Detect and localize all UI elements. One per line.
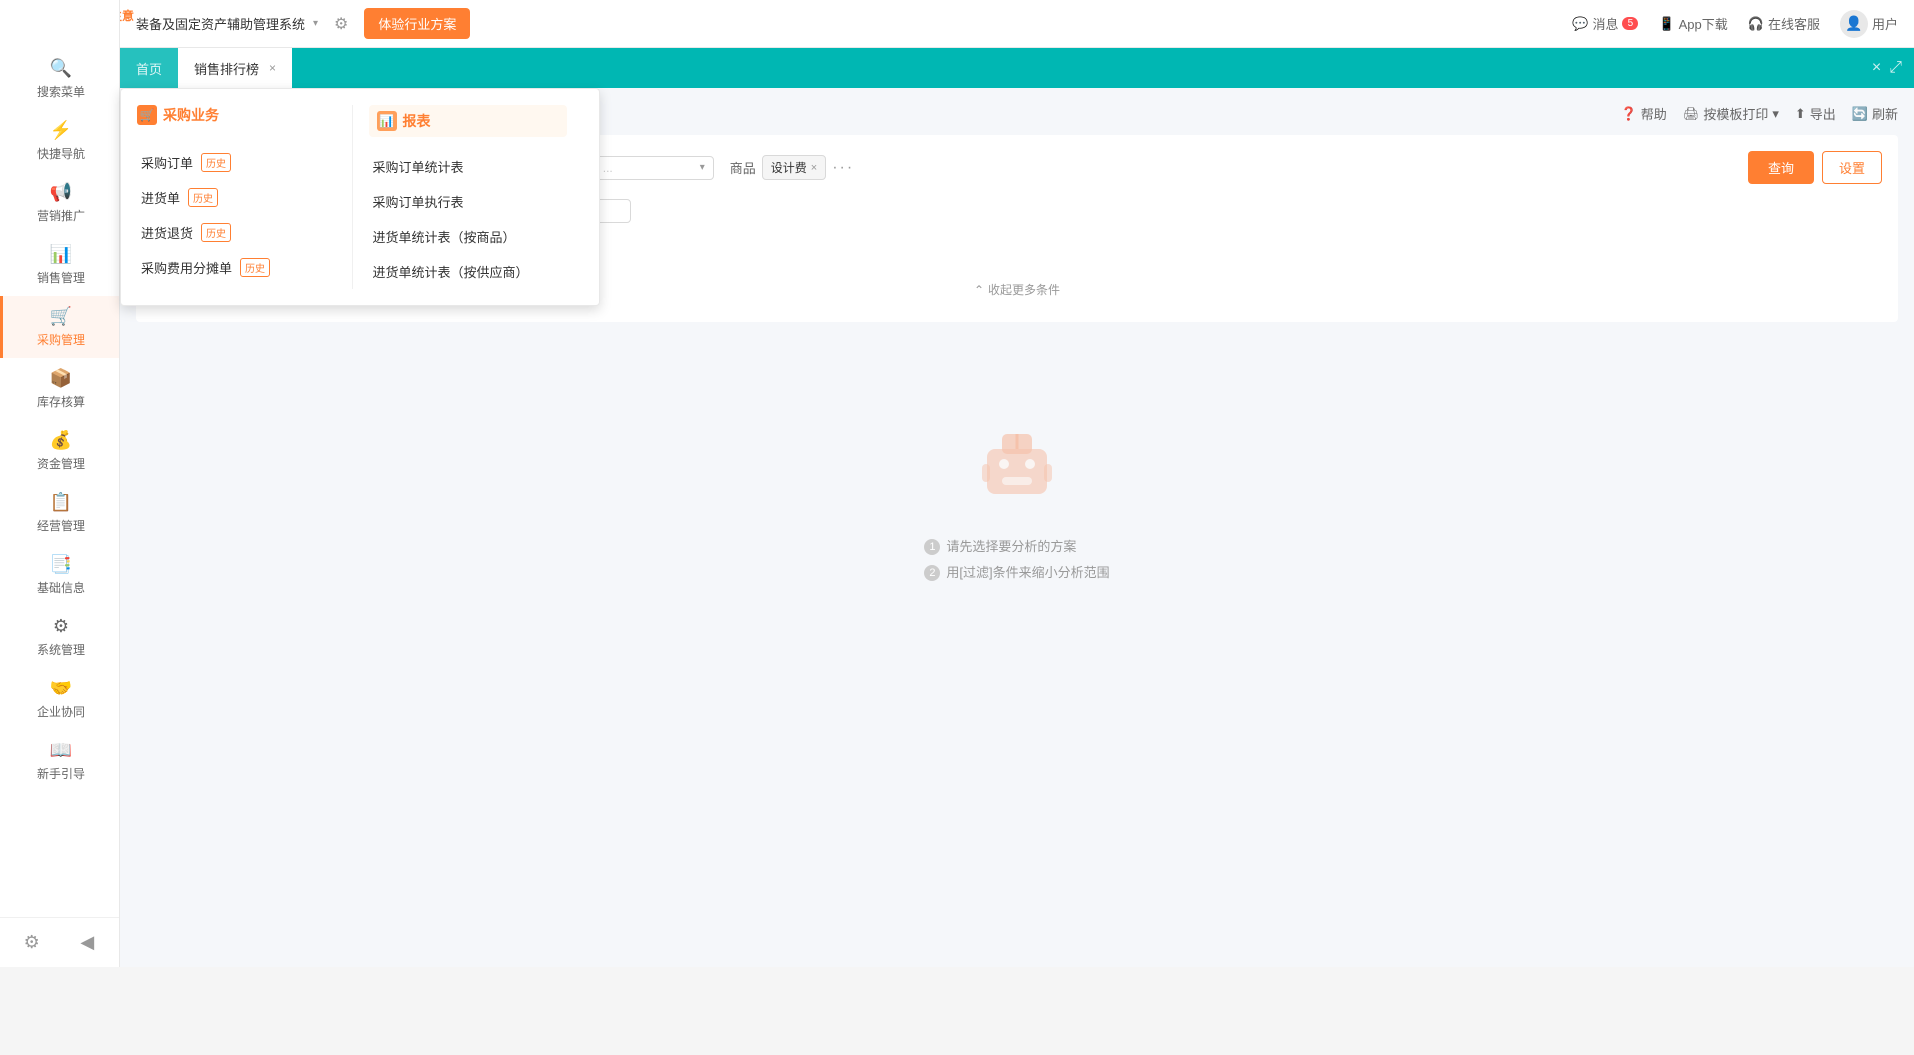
- menu-item-purchase-receipt[interactable]: 进货单历史: [137, 180, 336, 215]
- sidebar-item-enterprise[interactable]: 🤝企业协同: [0, 668, 119, 730]
- chevron-up-icon: ⌃: [974, 283, 984, 297]
- menu-item-purchase-expense[interactable]: 采购费用分摊单历史: [137, 250, 336, 285]
- online-service-button[interactable]: 🎧 在线客服: [1748, 14, 1820, 33]
- sidebar-item-basic-info[interactable]: 📑基础信息: [0, 544, 119, 606]
- quick-nav-icon: ⚡: [50, 120, 72, 141]
- sidebar-collapse-button[interactable]: ◀: [64, 926, 112, 959]
- solution-button[interactable]: 体验行业方案: [364, 8, 470, 39]
- doc-status-select[interactable]: ... ▾: [594, 156, 714, 180]
- empty-illustration: [967, 414, 1067, 514]
- menu-item-purchase-return[interactable]: 进货退货历史: [137, 215, 336, 250]
- marketing-icon: 📢: [50, 182, 72, 203]
- search-icon: 🔍: [50, 58, 72, 79]
- avatar: 👤: [1840, 10, 1868, 38]
- operations-icon: 📋: [50, 492, 72, 513]
- tab-bar-actions: × ⤢: [1872, 48, 1914, 88]
- menu-item-report-receipt-supplier[interactable]: 进货单统计表（按供应商）: [369, 254, 568, 289]
- sidebar-item-guide[interactable]: 📖新手引导: [0, 730, 119, 792]
- goods-label: 商品: [730, 158, 756, 177]
- top-header: 6 畅捷通好生意 标准版 装备及固定资产辅助管理系统 ▾ ⚙ 体验行业方案 💬 …: [0, 0, 1914, 48]
- goods-tag: 设计费 ×: [762, 155, 826, 180]
- sales-icon: 📊: [50, 244, 72, 265]
- sidebar-item-search[interactable]: 🔍搜索菜单: [0, 48, 119, 110]
- gear-icon[interactable]: ⚙: [334, 14, 348, 34]
- tab-bar: 首页 销售排行榜 × × ⤢: [120, 48, 1914, 88]
- refresh-button[interactable]: 🔄 刷新: [1852, 104, 1898, 123]
- enterprise-icon: 🤝: [50, 678, 72, 699]
- collapse-button[interactable]: ⌃ 收起更多条件: [974, 281, 1060, 298]
- system-title: 装备及固定资产辅助管理系统 ▾ ⚙: [136, 14, 348, 34]
- expand-icon[interactable]: ⤢: [1889, 59, 1902, 77]
- inventory-icon: 📦: [50, 368, 72, 389]
- chevron-down-icon: ▾: [700, 162, 705, 173]
- header-right: 💬 消息 5 📱 App下载 🎧 在线客服 👤 用户: [1572, 10, 1898, 38]
- sidebar-item-operations[interactable]: 📋经营管理: [0, 482, 119, 544]
- goods-more-icon[interactable]: ···: [832, 159, 854, 177]
- history-badge: 历史: [201, 153, 231, 172]
- empty-tips: 1 请先选择要分析的方案 2 用[过滤]条件来缩小分析范围: [924, 534, 1109, 586]
- refresh-icon: 🔄: [1852, 106, 1868, 122]
- print-icon: 🖨: [1683, 106, 1700, 122]
- message-button[interactable]: 💬 消息 5: [1572, 14, 1638, 33]
- close-window-icon[interactable]: ×: [1872, 59, 1881, 77]
- purchase-icon: 🛒: [137, 105, 157, 125]
- history-badge: 历史: [240, 258, 270, 277]
- sidebar-item-purchase[interactable]: 🛒采购管理: [0, 296, 119, 358]
- tab-close-icon[interactable]: ×: [269, 61, 276, 75]
- sidebar-bottom: ⚙ ◀: [0, 917, 119, 967]
- menu-item-report-order-count[interactable]: 采购订单统计表: [369, 149, 568, 184]
- print-arrow-icon[interactable]: ▾: [1772, 106, 1779, 122]
- basic-info-icon: 📑: [50, 554, 72, 575]
- purchase-icon: 🛒: [50, 306, 72, 327]
- message-icon: 💬: [1572, 16, 1588, 32]
- tab-home-label: 首页: [136, 59, 162, 78]
- empty-state: 1 请先选择要分析的方案 2 用[过滤]条件来缩小分析范围: [136, 334, 1898, 666]
- empty-tip-1: 1 请先选择要分析的方案: [924, 534, 1109, 560]
- sidebar-item-finance[interactable]: 💰资金管理: [0, 420, 119, 482]
- purchase-section-title: 🛒 采购业务: [137, 105, 336, 133]
- tab-sales-rank[interactable]: 销售排行榜 ×: [178, 48, 292, 88]
- history-badge: 历史: [201, 223, 231, 242]
- menu-item-report-order-exec[interactable]: 采购订单执行表: [369, 184, 568, 219]
- guide-icon: 📖: [50, 740, 72, 761]
- menu-item-report-receipt-goods[interactable]: 进货单统计表（按商品）: [369, 219, 568, 254]
- reports-menu-section: 📊 报表 采购订单统计表采购订单执行表进货单统计表（按商品）进货单统计表（按供应…: [353, 105, 584, 289]
- sidebar-item-system[interactable]: ⚙系统管理: [0, 606, 119, 668]
- sidebar-item-quick-nav[interactable]: ⚡快捷导航: [0, 110, 119, 172]
- sidebar-item-marketing[interactable]: 📢营销推广: [0, 172, 119, 234]
- menu-item-purchase-order[interactable]: 采购订单历史: [137, 145, 336, 180]
- system-title-text: 装备及固定资产辅助管理系统: [136, 14, 305, 33]
- tab-sales-rank-label: 销售排行榜: [194, 59, 259, 78]
- reports-icon: 📊: [377, 111, 397, 131]
- print-button[interactable]: 🖨 按模板打印 ▾: [1683, 104, 1779, 123]
- system-icon: ⚙: [53, 616, 69, 637]
- headset-icon: 🎧: [1748, 16, 1764, 32]
- goods-filter: 商品 设计费 × ···: [730, 155, 854, 180]
- reports-section-title: 📊 报表: [369, 105, 568, 137]
- help-icon: ❓: [1621, 106, 1637, 122]
- message-badge: 5: [1622, 17, 1638, 30]
- help-button[interactable]: ❓ 帮助: [1621, 104, 1667, 123]
- user-menu[interactable]: 👤 用户: [1840, 10, 1898, 38]
- purchase-menu-section: 🛒 采购业务 采购订单历史进货单历史进货退货历史采购费用分摊单历史: [137, 105, 353, 289]
- sidebar: 🔍搜索菜单⚡快捷导航📢营销推广📊销售管理🛒采购管理📦库存核算💰资金管理📋经营管理…: [0, 0, 120, 967]
- dropdown-menu: 🛒 采购业务 采购订单历史进货单历史进货退货历史采购费用分摊单历史 📊 报表 采…: [120, 88, 600, 306]
- export-button[interactable]: ⬆ 导出: [1795, 104, 1836, 123]
- filter-actions: 查询 设置: [1748, 151, 1882, 184]
- history-badge: 历史: [188, 188, 218, 207]
- setting-button[interactable]: 设置: [1822, 151, 1882, 184]
- export-icon: ⬆: [1795, 106, 1806, 122]
- app-download-button[interactable]: 📱 App下载: [1658, 14, 1727, 33]
- sidebar-item-inventory[interactable]: 📦库存核算: [0, 358, 119, 420]
- goods-tag-close-icon[interactable]: ×: [811, 162, 817, 174]
- chevron-down-icon[interactable]: ▾: [313, 18, 318, 29]
- phone-icon: 📱: [1658, 16, 1674, 32]
- query-button[interactable]: 查询: [1748, 151, 1814, 184]
- tab-home[interactable]: 首页: [120, 48, 178, 88]
- sidebar-item-sales[interactable]: 📊销售管理: [0, 234, 119, 296]
- sidebar-settings-button[interactable]: ⚙: [8, 926, 56, 959]
- finance-icon: 💰: [50, 430, 72, 451]
- empty-tip-2: 2 用[过滤]条件来缩小分析范围: [924, 560, 1109, 586]
